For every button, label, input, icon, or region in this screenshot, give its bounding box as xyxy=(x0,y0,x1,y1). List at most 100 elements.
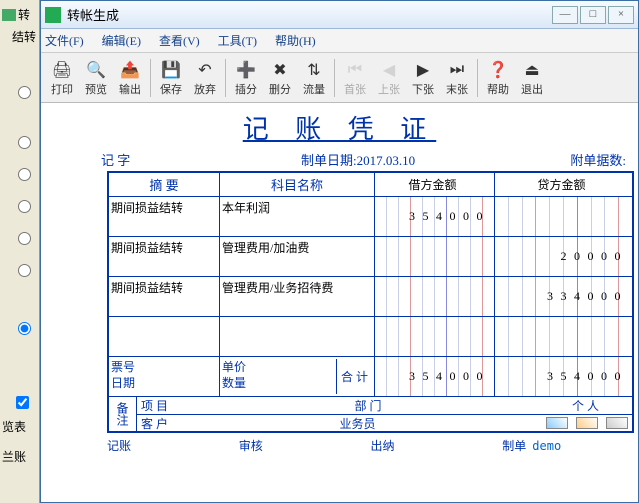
signature-row: 记账 审核 出纳 制单 demo xyxy=(41,433,638,454)
proj-label: 项 目 xyxy=(137,397,197,414)
cell-credit[interactable]: 20000 xyxy=(495,237,632,276)
undo-icon: ↶ xyxy=(194,59,216,81)
cell-summary[interactable] xyxy=(109,317,220,356)
voucher-header: 记 字 制单日期:2017.03.10 附单据数: xyxy=(41,150,638,171)
radio-4[interactable] xyxy=(18,200,31,213)
radio-2[interactable] xyxy=(18,136,31,149)
preview-button[interactable]: 🔍预览 xyxy=(79,56,113,100)
minimize-button[interactable]: — xyxy=(552,6,578,24)
prev-icon: ◀ xyxy=(378,59,400,81)
sig-jz: 记账 xyxy=(107,437,239,454)
tab-report[interactable]: 览表 xyxy=(2,418,26,435)
help-button[interactable]: ❓帮助 xyxy=(481,56,515,100)
table-row[interactable]: 期间损益结转管理费用/加油费 20000 xyxy=(109,237,632,277)
stamp-icon xyxy=(606,417,628,429)
stamp-icons xyxy=(542,417,632,431)
radio-5[interactable] xyxy=(18,232,31,245)
menu-help[interactable]: 帮助(H) xyxy=(275,32,316,49)
cell-credit[interactable] xyxy=(495,317,632,356)
menu-view[interactable]: 查看(V) xyxy=(159,32,200,49)
col-subject: 科目名称 xyxy=(220,173,375,196)
export-icon: 📤 xyxy=(119,59,141,81)
cell-debit[interactable] xyxy=(375,237,495,276)
radio-6[interactable] xyxy=(18,264,31,277)
checkbox-1[interactable] xyxy=(16,396,29,409)
main-window: 转帐生成 — □ × 文件(F) 编辑(E) 查看(V) 工具(T) 帮助(H)… xyxy=(40,0,639,503)
radio-7[interactable] xyxy=(18,322,31,335)
sum-debit: 354000 xyxy=(375,357,495,396)
cell-credit[interactable]: 334000 xyxy=(495,277,632,316)
col-credit: 贷方金额 xyxy=(495,173,632,196)
col-summary: 摘 要 xyxy=(109,173,220,196)
stamp-icon xyxy=(576,417,598,429)
cell-subject[interactable]: 管理费用/加油费 xyxy=(220,237,375,276)
cell-summary[interactable]: 期间损益结转 xyxy=(109,197,220,236)
exit-button[interactable]: ⏏退出 xyxy=(515,56,549,100)
prev-button[interactable]: ◀上张 xyxy=(372,56,406,100)
menu-tools[interactable]: 工具(T) xyxy=(218,32,257,49)
cell-summary[interactable]: 期间损益结转 xyxy=(109,277,220,316)
cell-debit[interactable] xyxy=(375,317,495,356)
insert-icon: ➕ xyxy=(235,59,257,81)
separator xyxy=(225,59,226,97)
first-button[interactable]: ⏮首张 xyxy=(338,56,372,100)
grid-footer-1: 票号日期 单价数量 合 计 354000 354000 xyxy=(109,357,632,397)
help-icon: ❓ xyxy=(487,59,509,81)
insert-row-button[interactable]: ➕插分 xyxy=(229,56,263,100)
app-icon xyxy=(45,7,61,23)
delete-row-button[interactable]: ✖删分 xyxy=(263,56,297,100)
table-row[interactable]: 期间损益结转管理费用/业务招待费 334000 xyxy=(109,277,632,317)
book-icon xyxy=(2,9,16,21)
cell-credit[interactable] xyxy=(495,197,632,236)
radio-3[interactable] xyxy=(18,168,31,181)
sum-credit: 354000 xyxy=(495,357,632,396)
export-button[interactable]: 📤输出 xyxy=(113,56,147,100)
cell-subject[interactable]: 本年利润 xyxy=(220,197,375,236)
cell-debit[interactable]: 354000 xyxy=(375,197,495,236)
abandon-button[interactable]: ↶放弃 xyxy=(188,56,222,100)
cust-label: 客 户 xyxy=(137,415,197,432)
tab-account[interactable]: 兰账 xyxy=(2,448,26,465)
total-label: 合 计 xyxy=(336,359,372,394)
close-button[interactable]: × xyxy=(608,6,634,24)
delete-icon: ✖ xyxy=(269,59,291,81)
label-carryover: 结转 xyxy=(12,28,36,45)
next-button[interactable]: ▶下张 xyxy=(406,56,440,100)
cell-summary[interactable]: 期间损益结转 xyxy=(109,237,220,276)
preview-icon: 🔍 xyxy=(85,59,107,81)
separator xyxy=(334,59,335,97)
biz-label: 业务员 xyxy=(340,415,400,432)
flow-button[interactable]: ⇅流量 xyxy=(297,56,331,100)
menu-file[interactable]: 文件(F) xyxy=(45,32,84,49)
ticket-date-cell: 票号日期 xyxy=(109,357,220,396)
menu-edit[interactable]: 编辑(E) xyxy=(102,32,141,49)
save-icon: 💾 xyxy=(160,59,182,81)
table-row[interactable]: 期间损益结转本年利润354000 xyxy=(109,197,632,237)
cell-debit[interactable] xyxy=(375,277,495,316)
table-row[interactable] xyxy=(109,317,632,357)
grid-footer-2: 备注 项 目 部 门 个 人 客 户 业务员 xyxy=(109,397,632,431)
voucher-title: 记 账 凭 证 xyxy=(41,109,638,146)
print-button[interactable]: 🖨打印 xyxy=(45,56,79,100)
dept-label: 部 门 xyxy=(355,397,415,414)
radio-1[interactable] xyxy=(18,86,31,99)
sig-zd: 制单 demo xyxy=(502,437,634,454)
remark-label: 备注 xyxy=(109,397,137,431)
save-button[interactable]: 💾保存 xyxy=(154,56,188,100)
sig-sh: 审核 xyxy=(239,437,371,454)
first-icon: ⏮ xyxy=(344,59,366,81)
printer-icon: 🖨 xyxy=(51,59,73,81)
window-title: 转帐生成 xyxy=(67,5,550,24)
cell-subject[interactable] xyxy=(220,317,375,356)
separator xyxy=(150,59,151,97)
cell-subject[interactable]: 管理费用/业务招待费 xyxy=(220,277,375,316)
price-qty-cell: 单价数量 合 计 xyxy=(220,357,375,396)
maximize-button[interactable]: □ xyxy=(580,6,606,24)
next-icon: ▶ xyxy=(412,59,434,81)
flow-icon: ⇅ xyxy=(303,59,325,81)
document-area: 记 账 凭 证 记 字 制单日期:2017.03.10 附单据数: 摘 要 科目… xyxy=(41,103,638,502)
titlebar: 转帐生成 — □ × xyxy=(41,1,638,29)
tab-transfer[interactable]: 转 xyxy=(2,6,30,23)
last-button[interactable]: ⏭末张 xyxy=(440,56,474,100)
person-label: 个 人 xyxy=(572,397,632,414)
